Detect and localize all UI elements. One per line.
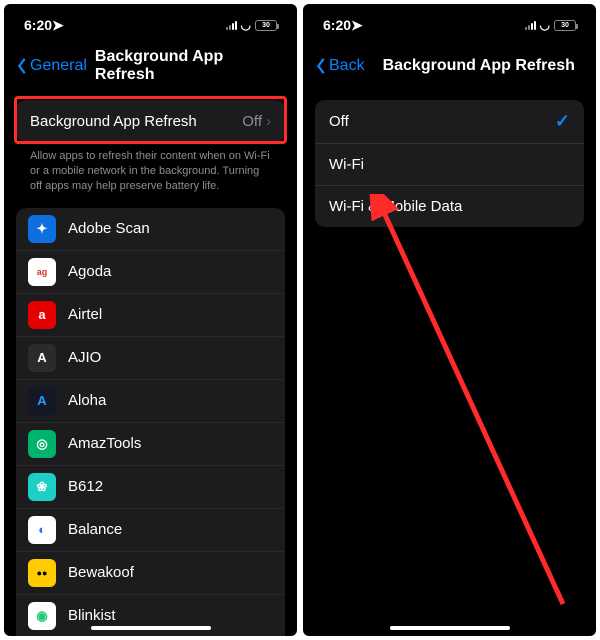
status-right: ◡ 30 — [525, 18, 576, 32]
phone-right: 6:20 ➤ ◡ 30 Back Background App Refresh … — [303, 4, 596, 636]
app-icon: ●● — [28, 559, 56, 587]
options-group: Off✓ Wi-Fi Wi-Fi & Mobile Data — [315, 100, 584, 227]
status-time: 6:20 — [24, 17, 52, 33]
location-icon: ➤ — [52, 17, 64, 34]
app-icon: A — [28, 344, 56, 372]
option-label: Wi-Fi & Mobile Data — [329, 198, 570, 215]
home-indicator — [390, 626, 510, 630]
chevron-left-icon — [16, 57, 28, 75]
phone-left: 6:20 ➤ ◡ 30 General Background App Refre… — [4, 4, 297, 636]
wifi-icon: ◡ — [540, 18, 550, 32]
status-bar: 6:20 ➤ ◡ 30 — [303, 4, 596, 46]
battery-icon: 30 — [255, 20, 277, 31]
status-time: 6:20 — [323, 17, 351, 33]
app-icon: ✦ — [28, 215, 56, 243]
app-icon: a — [28, 301, 56, 329]
main-setting-group: Background App Refresh Off › — [16, 100, 285, 142]
battery-icon: 30 — [554, 20, 576, 31]
wifi-icon: ◡ — [241, 18, 251, 32]
app-icon: ag — [28, 258, 56, 286]
back-button[interactable]: General — [16, 57, 87, 75]
option-row[interactable]: Wi-Fi — [315, 143, 584, 185]
option-row[interactable]: Off✓ — [315, 100, 584, 143]
app-label: AmazTools — [68, 435, 141, 452]
footer-text: Allow apps to refresh their content when… — [16, 142, 285, 194]
app-label: AJIO — [68, 349, 101, 366]
app-row[interactable]: a Airtel — [16, 293, 285, 336]
nav-bar: General Background App Refresh — [4, 46, 297, 86]
app-icon: ❀ — [28, 473, 56, 501]
app-row[interactable]: ◐ Balance — [16, 508, 285, 551]
app-label: Adobe Scan — [68, 220, 150, 237]
app-label: Aloha — [68, 392, 106, 409]
back-button[interactable]: Back — [315, 57, 365, 75]
page-title: Background App Refresh — [383, 57, 575, 75]
signal-icon — [525, 21, 536, 30]
app-icon: ◎ — [28, 430, 56, 458]
app-label: B612 — [68, 478, 103, 495]
app-row[interactable]: ag Agoda — [16, 250, 285, 293]
app-row[interactable]: ❀ B612 — [16, 465, 285, 508]
nav-bar: Back Background App Refresh — [303, 46, 596, 86]
page-title: Background App Refresh — [95, 48, 285, 84]
app-label: Bewakoof — [68, 564, 134, 581]
app-icon: A — [28, 387, 56, 415]
app-row[interactable]: ◎ AmazTools — [16, 422, 285, 465]
location-icon: ➤ — [351, 17, 363, 34]
status-right: ◡ 30 — [226, 18, 277, 32]
row-value: Off — [242, 113, 262, 130]
app-label: Balance — [68, 521, 122, 538]
app-icon: ◐ — [28, 516, 56, 544]
background-refresh-row[interactable]: Background App Refresh Off › — [16, 100, 285, 142]
row-label: Background App Refresh — [30, 113, 242, 130]
app-list: ✦ Adobe Scan ag Agoda a Airtel A AJIO A Aloha ◎ Ama… — [16, 208, 285, 636]
check-icon: ✓ — [555, 111, 570, 132]
app-row[interactable]: A AJIO — [16, 336, 285, 379]
app-row[interactable]: ✦ Adobe Scan — [16, 208, 285, 250]
content-right: Off✓ Wi-Fi Wi-Fi & Mobile Data — [303, 86, 596, 636]
app-label: Airtel — [68, 306, 102, 323]
chevron-right-icon: › — [266, 113, 271, 130]
app-label: Agoda — [68, 263, 111, 280]
option-label: Off — [329, 113, 555, 130]
signal-icon — [226, 21, 237, 30]
app-row[interactable]: A Aloha — [16, 379, 285, 422]
chevron-left-icon — [315, 57, 327, 75]
app-icon: ◉ — [28, 602, 56, 630]
status-bar: 6:20 ➤ ◡ 30 — [4, 4, 297, 46]
app-label: Blinkist — [68, 607, 116, 624]
app-row[interactable]: ●● Bewakoof — [16, 551, 285, 594]
content-left: Background App Refresh Off › Allow apps … — [4, 86, 297, 636]
back-label: General — [30, 57, 87, 75]
option-row[interactable]: Wi-Fi & Mobile Data — [315, 185, 584, 227]
option-label: Wi-Fi — [329, 156, 570, 173]
back-label: Back — [329, 57, 365, 75]
home-indicator — [91, 626, 211, 630]
